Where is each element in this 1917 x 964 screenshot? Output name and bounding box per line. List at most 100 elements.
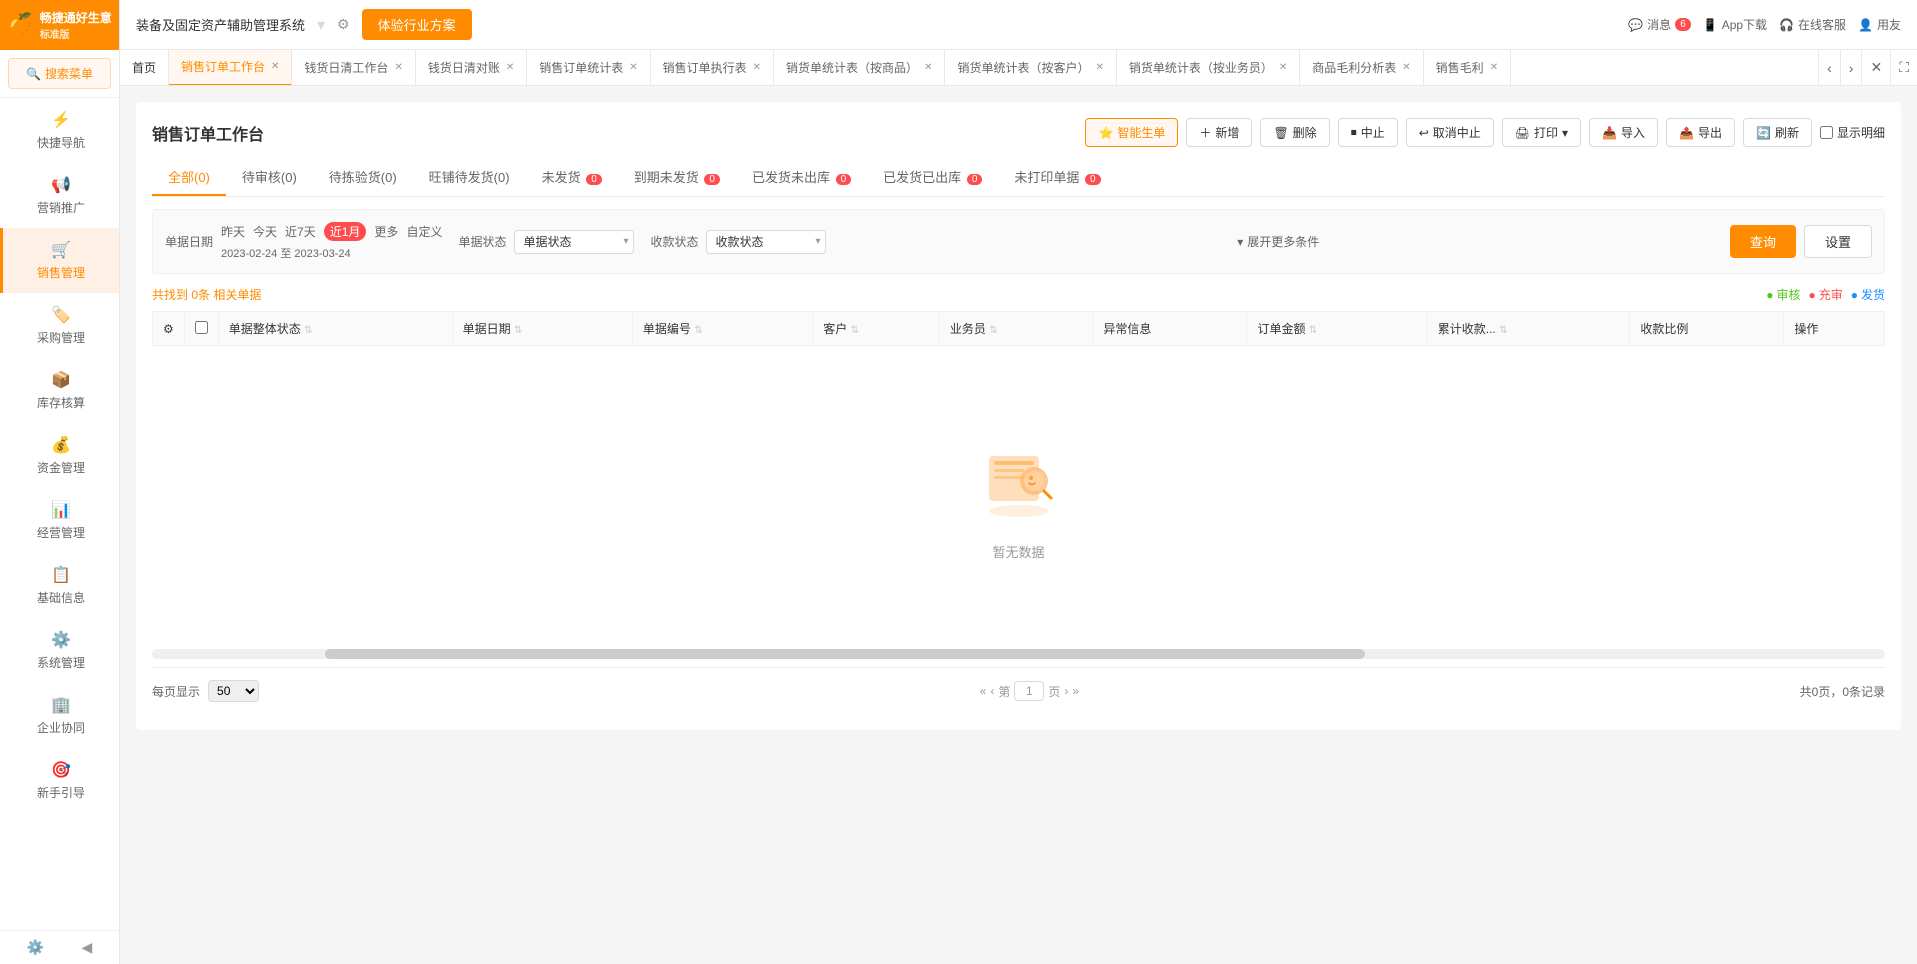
tab-sales-workbench[interactable]: 销售订单工作台 ✕ [169, 50, 292, 86]
sidebar-item-basic-info[interactable]: 📋 基础信息 [0, 553, 119, 618]
add-button[interactable]: ＋ 新增 [1186, 118, 1252, 147]
expand-more-btn[interactable]: ▾ 展开更多条件 [1237, 233, 1319, 250]
date-opt-custom[interactable]: 自定义 [406, 223, 442, 240]
horizontal-scrollbar[interactable] [152, 649, 1885, 659]
select-all-checkbox[interactable] [195, 321, 208, 334]
tab-close-cash-daily[interactable]: ✕ [394, 62, 402, 73]
stop-button[interactable]: ⏹ 中止 [1338, 118, 1398, 147]
page-title: 销售订单工作台 [152, 121, 264, 145]
page-size-select[interactable]: 10 20 50 100 [208, 680, 259, 702]
sort-date-icon[interactable]: ⇅ [514, 325, 522, 336]
tab-sales-summary-staff[interactable]: 销货单统计表（按业务员） ✕ [1117, 50, 1300, 86]
refresh-button[interactable]: 🔄 刷新 [1743, 118, 1812, 147]
tab-sales-stats[interactable]: 销售订单统计表 ✕ [527, 50, 650, 86]
tab-cash-daily[interactable]: 钱货日清工作台 ✕ [292, 50, 415, 86]
tab-close-sales-more[interactable]: ✕ [1490, 62, 1498, 73]
review-btn[interactable]: ● 审核 [1766, 286, 1800, 303]
delete-button[interactable]: 🗑 删除 [1260, 118, 1329, 147]
set-button[interactable]: 设置 [1804, 225, 1872, 258]
th-checkbox [184, 312, 218, 346]
payment-select[interactable]: 收款状态 [706, 230, 826, 254]
tab-sales-exec[interactable]: 销售订单执行表 ✕ [651, 50, 774, 86]
sort-received-icon[interactable]: ⇅ [1499, 325, 1507, 336]
sidebar-item-system[interactable]: ⚙️ 系统管理 [0, 618, 119, 683]
sidebar-item-purchase[interactable]: 🏷️ 采购管理 [0, 293, 119, 358]
expand-icon: ▾ [1237, 235, 1243, 249]
page-last-btn[interactable]: » [1072, 684, 1079, 698]
config-icon[interactable]: ⚙ [163, 322, 174, 336]
sub-tab-not-printed[interactable]: 未打印单据 0 [998, 159, 1116, 196]
date-opt-1month[interactable]: 近1月 [324, 222, 367, 241]
tab-cash-reconcile[interactable]: 钱货日清对账 ✕ [416, 50, 527, 86]
date-opt-more[interactable]: 更多 [374, 223, 398, 240]
sub-tab-expired-not-shipped[interactable]: 到期未发货 0 [618, 159, 736, 196]
page-first-btn[interactable]: « [980, 684, 987, 698]
tab-close-summary-customer[interactable]: ✕ [1095, 62, 1103, 73]
date-opt-7days[interactable]: 近7天 [285, 223, 316, 240]
online-service-btn[interactable]: 🎧 在线客服 [1779, 16, 1846, 33]
tab-close-sales-stats[interactable]: ✕ [629, 62, 637, 73]
sub-tab-wangpu-shipping[interactable]: 旺铺待发货(0) [413, 159, 526, 196]
sort-number-icon[interactable]: ⇅ [694, 325, 702, 336]
sub-tab-all[interactable]: 全部(0) [152, 159, 226, 196]
tab-product-margin[interactable]: 商品毛利分析表 ✕ [1300, 50, 1423, 86]
tab-close-summary-staff[interactable]: ✕ [1279, 62, 1287, 73]
page-next-btn[interactable]: › [1064, 684, 1068, 698]
sidebar-item-quick-nav[interactable]: ⚡ 快捷导航 [0, 98, 119, 163]
tab-close-product-margin[interactable]: ✕ [1402, 62, 1410, 73]
sidebar-item-guide[interactable]: 🎯 新手引导 [0, 748, 119, 813]
sidebar-item-enterprise[interactable]: 🏢 企业协同 [0, 683, 119, 748]
sort-amount-icon[interactable]: ⇅ [1309, 325, 1317, 336]
show-detail-checkbox[interactable] [1820, 126, 1833, 139]
cancel-review-btn[interactable]: ● 充审 [1808, 286, 1842, 303]
current-page-input[interactable]: 1 [1014, 681, 1044, 701]
show-detail-label[interactable]: 显示明细 [1820, 124, 1885, 141]
tab-home[interactable]: 首页 [120, 50, 169, 86]
trial-btn[interactable]: 体验行业方案 [362, 9, 472, 40]
date-opt-today[interactable]: 今天 [253, 223, 277, 240]
sidebar-item-sales[interactable]: 🛒 销售管理 [0, 228, 119, 293]
settings-button[interactable]: ⚙️ [27, 939, 44, 956]
tab-close-sales-exec[interactable]: ✕ [753, 62, 761, 73]
sidebar-item-marketing[interactable]: 📢 营销推广 [0, 163, 119, 228]
print-button[interactable]: 🖨 打印 ▾ [1502, 118, 1581, 147]
table-info: 共找到 0条 相关单据 ● 审核 ● 充审 ● 发货 [152, 286, 1885, 303]
tab-close-sales-workbench[interactable]: ✕ [271, 61, 279, 72]
send-goods-btn[interactable]: ● 发货 [1851, 286, 1885, 303]
sidebar-item-inventory[interactable]: 📦 库存核算 [0, 358, 119, 423]
smart-create-button[interactable]: ⭐ 智能生单 [1085, 118, 1178, 147]
date-opt-yesterday[interactable]: 昨天 [221, 223, 245, 240]
horizontal-scroll-thumb[interactable] [325, 649, 1365, 659]
sub-tab-shipped-not-out[interactable]: 已发货未出库 0 [736, 159, 867, 196]
tab-fullscreen[interactable]: ⛶ [1890, 50, 1917, 86]
status-select[interactable]: 单据状态 [514, 230, 634, 254]
sub-tab-shipped-out[interactable]: 已发货已出库 0 [867, 159, 998, 196]
cancel-stop-button[interactable]: ↩ 取消中止 [1406, 118, 1494, 147]
query-button[interactable]: 查询 [1730, 225, 1796, 258]
tab-sales-more[interactable]: 销售毛利 ✕ [1424, 50, 1511, 86]
tab-scroll-left[interactable]: ‹ [1818, 50, 1840, 86]
sub-tab-pending-review[interactable]: 待审核(0) [226, 159, 313, 196]
app-download-btn[interactable]: 📱 App下载 [1703, 16, 1767, 33]
tab-sales-summary-customer[interactable]: 销货单统计表（按客户） ✕ [945, 50, 1116, 86]
tab-close-cash-reconcile[interactable]: ✕ [506, 62, 514, 73]
sub-tab-pending-check[interactable]: 待拣验货(0) [313, 159, 413, 196]
gear-icon[interactable]: ⚙ [337, 16, 350, 33]
user-menu-btn[interactable]: 👤 用友 [1858, 16, 1901, 33]
collapse-button[interactable]: ◀ [82, 939, 93, 956]
sort-customer-icon[interactable]: ⇅ [851, 325, 859, 336]
tab-scroll-right[interactable]: › [1840, 50, 1862, 86]
tab-close-all[interactable]: ✕ [1861, 50, 1890, 86]
sidebar-item-operations[interactable]: 📊 经营管理 [0, 488, 119, 553]
page-prev-btn[interactable]: ‹ [990, 684, 994, 698]
message-btn[interactable]: 💬 消息 6 [1628, 16, 1691, 33]
tab-close-summary-product[interactable]: ✕ [924, 62, 932, 73]
sort-staff-icon[interactable]: ⇅ [989, 325, 997, 336]
export-button[interactable]: 📤 导出 [1666, 118, 1735, 147]
search-menu-button[interactable]: 🔍 搜索菜单 [8, 58, 111, 89]
tab-sales-summary-product[interactable]: 销货单统计表（按商品） ✕ [774, 50, 945, 86]
sort-status-icon[interactable]: ⇅ [304, 325, 312, 336]
sub-tab-not-shipped[interactable]: 未发货 0 [526, 159, 618, 196]
import-button[interactable]: 📥 导入 [1589, 118, 1658, 147]
sidebar-item-finance[interactable]: 💰 资金管理 [0, 423, 119, 488]
